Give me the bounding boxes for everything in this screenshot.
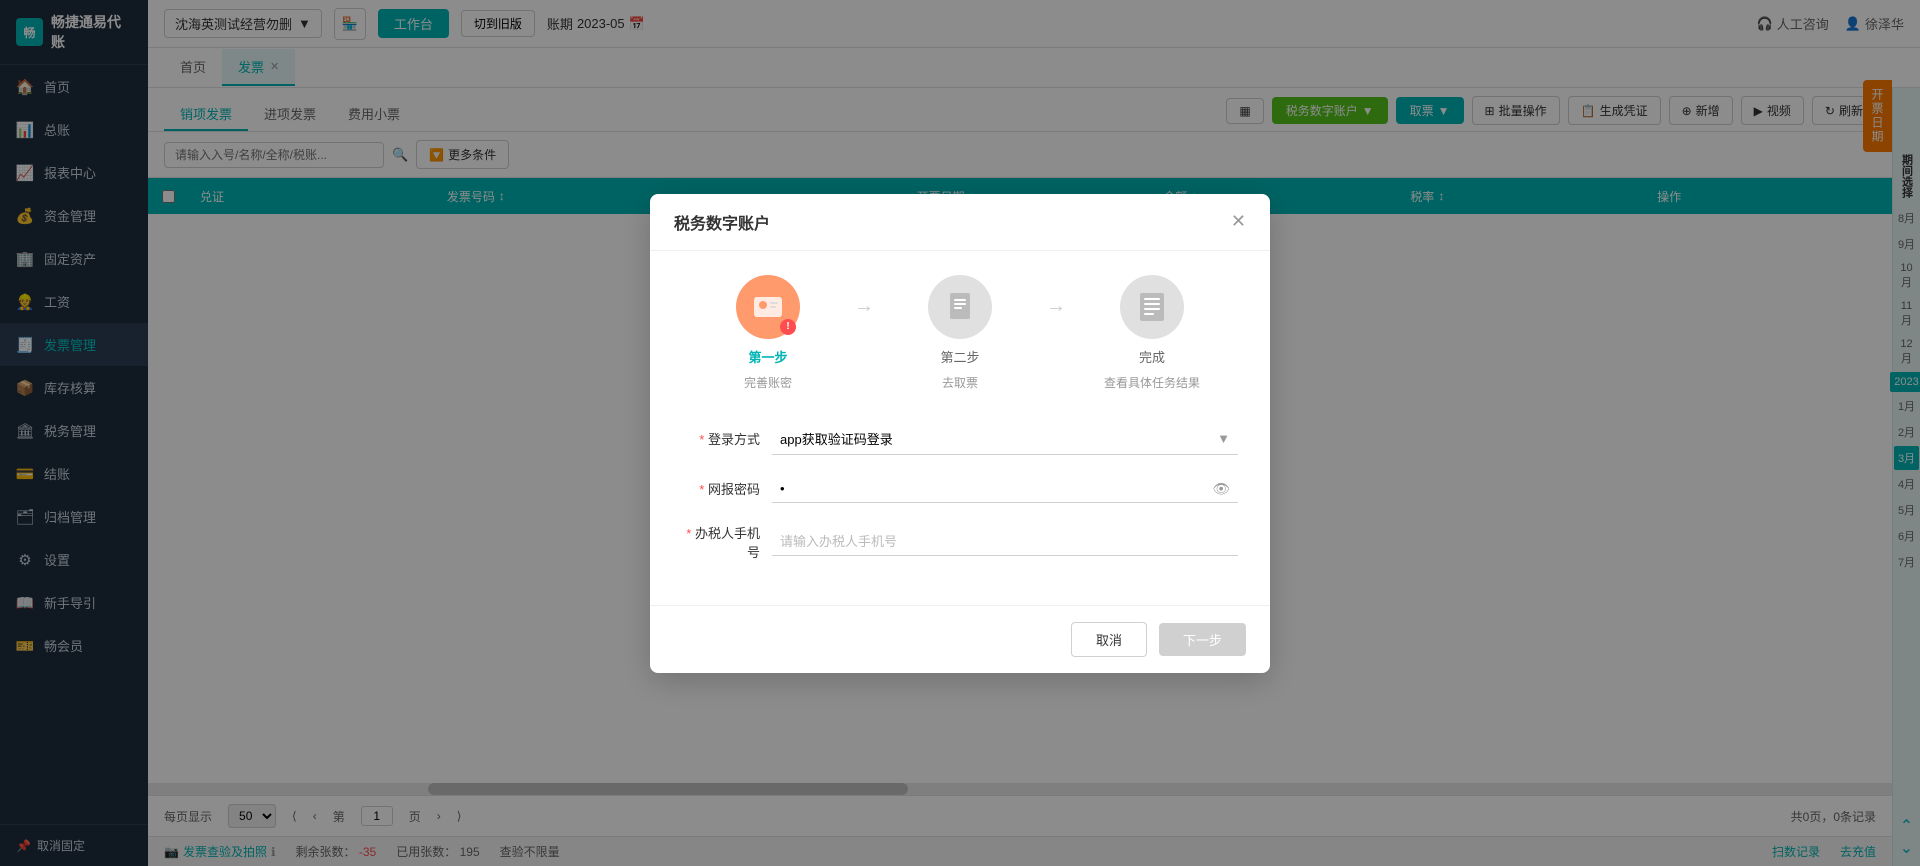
password-text: 网报密码 <box>708 482 760 497</box>
step-1-title: 第一步 <box>748 347 787 366</box>
modal-overlay: 税务数字账户 ✕ ! 第一步 <box>0 0 1920 866</box>
login-method-text: 登录方式 <box>708 432 760 447</box>
id-card-svg <box>750 289 786 325</box>
step-3-icon <box>1120 275 1184 339</box>
phone-row: * 办税人手机号 <box>682 523 1238 561</box>
dropdown-icon: ▼ <box>1217 431 1230 446</box>
checklist-svg <box>1134 289 1170 325</box>
modal-footer: 取消 下一步 <box>650 605 1270 673</box>
step-1-error-indicator: ! <box>780 319 796 335</box>
required-mark-pwd: * <box>699 482 704 497</box>
required-mark: * <box>699 432 704 447</box>
cancel-button[interactable]: 取消 <box>1071 622 1147 657</box>
step-3: 完成 查看具体任务结果 <box>1066 275 1238 391</box>
required-mark-phone: * <box>686 526 691 541</box>
login-method-select[interactable]: app获取验证码登录 ▼ <box>772 423 1238 455</box>
step-2-title: 第二步 <box>940 347 979 366</box>
step-1-icon: ! <box>736 275 800 339</box>
password-input[interactable] <box>772 475 1238 503</box>
step-3-title: 完成 <box>1139 347 1165 366</box>
step-2-desc: 去取票 <box>942 374 978 391</box>
step-1-desc: 完善账密 <box>744 374 792 391</box>
modal-close-button[interactable]: ✕ <box>1231 211 1246 232</box>
modal-body: ! 第一步 完善账密 → <box>650 251 1270 605</box>
login-method-label: * 登录方式 <box>682 429 772 448</box>
modal-header: 税务数字账户 ✕ <box>650 194 1270 251</box>
phone-label: * 办税人手机号 <box>682 523 772 561</box>
password-label: * 网报密码 <box>682 479 772 498</box>
steps-container: ! 第一步 完善账密 → <box>682 275 1238 391</box>
login-method-row: * 登录方式 app获取验证码登录 ▼ <box>682 423 1238 455</box>
document-svg <box>942 289 978 325</box>
step-2: 第二步 去取票 <box>874 275 1046 391</box>
step-3-desc: 查看具体任务结果 <box>1104 374 1200 391</box>
step-1: ! 第一步 完善账密 <box>682 275 854 391</box>
phone-input[interactable] <box>772 528 1238 556</box>
phone-text: 办税人手机号 <box>695 526 760 560</box>
password-field-wrapper: 👁 <box>772 475 1238 503</box>
tax-digital-modal: 税务数字账户 ✕ ! 第一步 <box>650 194 1270 673</box>
login-method-value: app获取验证码登录 <box>780 429 893 448</box>
step-2-icon <box>928 275 992 339</box>
modal-title: 税务数字账户 <box>674 210 770 234</box>
next-button[interactable]: 下一步 <box>1159 623 1246 656</box>
password-row: * 网报密码 👁 <box>682 475 1238 503</box>
step-arrow-1: → <box>854 275 874 318</box>
step-arrow-2: → <box>1046 275 1066 318</box>
eye-slash-icon[interactable]: 👁 <box>1212 480 1230 497</box>
